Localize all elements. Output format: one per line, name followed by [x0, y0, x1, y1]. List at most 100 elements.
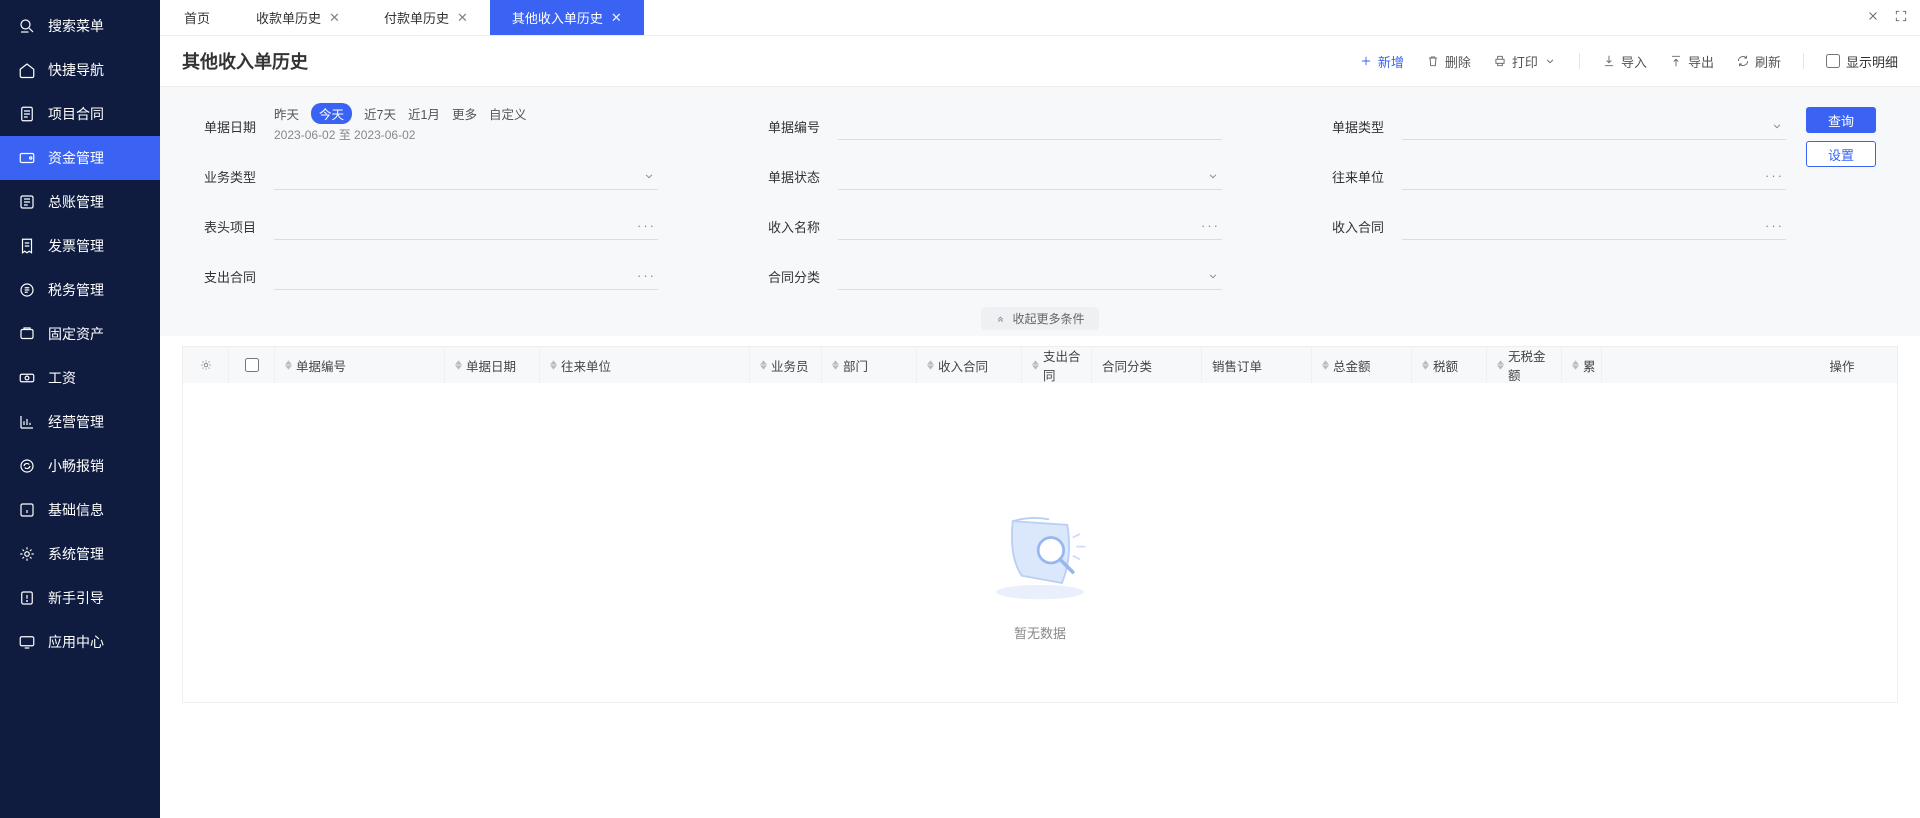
party-lookup[interactable]: ···	[1402, 162, 1786, 190]
sort-icon	[1422, 360, 1429, 370]
sidebar-item-invoice[interactable]: 发票管理	[0, 224, 160, 268]
sort-icon	[550, 360, 557, 370]
income-contract-lookup[interactable]: ···	[1402, 212, 1786, 240]
sidebar-item-quicknav[interactable]: 快捷导航	[0, 48, 160, 92]
tab-other-income-history[interactable]: 其他收入单历史✕	[490, 0, 644, 35]
col-unit[interactable]: 往来单位	[540, 347, 750, 383]
date-tabs: 昨天 今天 近7天 近1月 更多 自定义	[274, 103, 658, 124]
sidebar-item-search[interactable]: 搜索菜单	[0, 4, 160, 48]
doctype-select[interactable]	[1402, 112, 1786, 140]
delete-button[interactable]: 删除	[1426, 52, 1471, 71]
new-button[interactable]: 新增	[1359, 52, 1404, 71]
col-acc[interactable]: 累	[1562, 347, 1602, 383]
contract-cat-select[interactable]	[838, 262, 1222, 290]
sort-icon	[760, 360, 767, 370]
docno-input[interactable]	[838, 112, 1222, 140]
sidebar-item-label: 应用中心	[48, 632, 104, 652]
tablehead-lookup[interactable]: ···	[274, 212, 658, 240]
settings-button[interactable]: 设置	[1806, 141, 1876, 167]
filter-income-contract: 收入合同 ···	[1332, 201, 1786, 251]
col-biz[interactable]: 业务员	[750, 347, 822, 383]
query-button[interactable]: 查询	[1806, 107, 1876, 133]
sidebar-item-ledger[interactable]: 总账管理	[0, 180, 160, 224]
tab-label: 首页	[184, 8, 210, 27]
sidebar-item-biz[interactable]: 经营管理	[0, 400, 160, 444]
filter-party: 往来单位 ···	[1332, 151, 1786, 201]
col-total[interactable]: 总金额	[1312, 347, 1412, 383]
tab-receipt-history[interactable]: 收款单历史✕	[234, 0, 362, 35]
tab-home[interactable]: 首页	[160, 0, 234, 35]
sidebar-item-base[interactable]: 基础信息	[0, 488, 160, 532]
sidebar-item-system[interactable]: 系统管理	[0, 532, 160, 576]
docstate-select[interactable]	[838, 162, 1222, 190]
chevron-down-icon	[1543, 54, 1557, 68]
show-detail-checkbox[interactable]: 显示明细	[1826, 52, 1898, 71]
sidebar-item-label: 搜索菜单	[48, 16, 104, 36]
sidebar-item-contract[interactable]: 项目合同	[0, 92, 160, 136]
invoice-icon	[18, 237, 36, 255]
sidebar-item-guide[interactable]: 新手引导	[0, 576, 160, 620]
print-button[interactable]: 打印	[1493, 52, 1557, 71]
column-settings-button[interactable]	[183, 347, 229, 383]
tab-label: 付款单历史	[384, 8, 449, 27]
more-icon: ···	[637, 268, 656, 283]
sort-icon	[927, 360, 934, 370]
export-button[interactable]: 导出	[1669, 52, 1714, 71]
refresh-button[interactable]: 刷新	[1736, 52, 1781, 71]
col-cat[interactable]: 合同分类	[1092, 347, 1202, 383]
chart-icon	[18, 413, 36, 431]
sidebar-item-funds[interactable]: 资金管理	[0, 136, 160, 180]
col-dept[interactable]: 部门	[822, 347, 917, 383]
col-tax[interactable]: 税额	[1412, 347, 1487, 383]
select-all-checkbox[interactable]	[229, 347, 275, 383]
close-all-tabs-icon[interactable]	[1866, 9, 1880, 26]
biztype-select[interactable]	[274, 162, 658, 190]
show-detail-input[interactable]	[1826, 54, 1840, 68]
tab-payment-history[interactable]: 付款单历史 ✕	[362, 0, 490, 35]
import-button[interactable]: 导入	[1602, 52, 1647, 71]
sort-icon	[832, 360, 839, 370]
col-in-contract[interactable]: 收入合同	[917, 347, 1022, 383]
more-icon: ···	[1201, 218, 1220, 233]
col-net[interactable]: 无税金额	[1487, 347, 1562, 383]
divider	[1579, 53, 1580, 69]
close-icon[interactable]: ✕	[457, 10, 468, 26]
filter-date: 单据日期 昨天 今天 近7天 近1月 更多 自定义 2023-06-02 至 2…	[204, 101, 658, 151]
sidebar-item-tax[interactable]: 税务管理	[0, 268, 160, 312]
close-icon[interactable]: ✕	[611, 10, 622, 26]
empty-illustration	[985, 503, 1095, 603]
col-out-contract[interactable]: 支出合同	[1022, 347, 1092, 383]
sort-icon	[1572, 360, 1579, 370]
income-name-lookup[interactable]: ···	[838, 212, 1222, 240]
date-tab-more[interactable]: 更多	[452, 104, 477, 123]
date-tab-today[interactable]: 今天	[311, 103, 352, 124]
wallet-icon	[18, 149, 36, 167]
sidebar-item-reimburse[interactable]: 小畅报销	[0, 444, 160, 488]
divider	[1803, 53, 1804, 69]
sidebar-item-label: 发票管理	[48, 236, 104, 256]
filter-contract-cat: 合同分类	[768, 251, 1222, 301]
collapse-filters-button[interactable]: 收起更多条件	[981, 307, 1098, 330]
home-icon	[18, 61, 36, 79]
apps-icon	[18, 633, 36, 651]
expense-contract-lookup[interactable]: ···	[274, 262, 658, 290]
filters-panel: 单据日期 昨天 今天 近7天 近1月 更多 自定义 2023-06-02 至 2…	[160, 87, 1920, 336]
date-tab-1month[interactable]: 近1月	[408, 104, 440, 123]
col-date[interactable]: 单据日期	[445, 347, 540, 383]
date-tab-custom[interactable]: 自定义	[489, 104, 527, 123]
sidebar-item-salary[interactable]: 工资	[0, 356, 160, 400]
fullscreen-icon[interactable]	[1894, 9, 1908, 26]
sidebar-item-asset[interactable]: 固定资产	[0, 312, 160, 356]
filter-docstate: 单据状态	[768, 151, 1222, 201]
sidebar-item-appcenter[interactable]: 应用中心	[0, 620, 160, 664]
close-icon[interactable]: ✕	[329, 10, 340, 26]
sidebar-item-label: 小畅报销	[48, 456, 104, 476]
sidebar-item-label: 固定资产	[48, 324, 104, 344]
gear-icon	[199, 358, 213, 372]
sidebar-item-label: 税务管理	[48, 280, 104, 300]
date-tab-7days[interactable]: 近7天	[364, 104, 396, 123]
col-docno[interactable]: 单据编号	[275, 347, 445, 383]
date-tab-yesterday[interactable]: 昨天	[274, 104, 299, 123]
chevron-down-icon	[642, 169, 656, 183]
col-order[interactable]: 销售订单	[1202, 347, 1312, 383]
